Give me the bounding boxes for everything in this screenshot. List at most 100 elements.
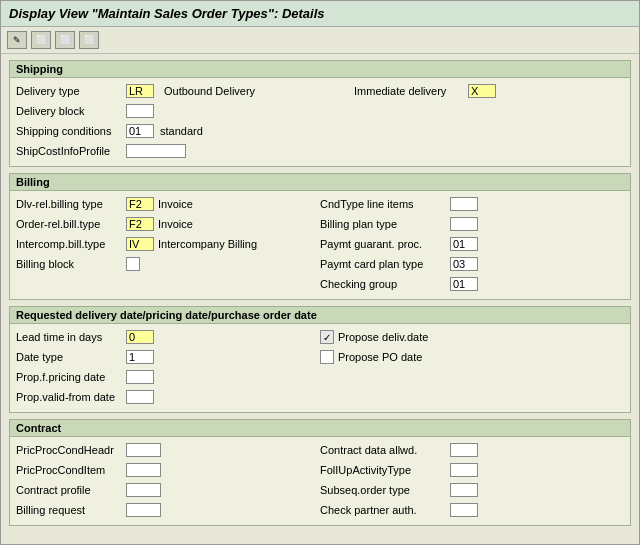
dlv-billing-value[interactable]: F2	[126, 197, 154, 211]
propose-deliv-label: Propose deliv.date	[338, 331, 428, 343]
contract-right: Contract data allwd. FolIUpActivityType …	[320, 441, 624, 521]
paymt-card-label: Paymt card plan type	[320, 258, 450, 270]
ship-cost-value[interactable]	[126, 144, 186, 158]
billing-block-checkbox[interactable]	[126, 257, 140, 271]
billing-body: Dlv-rel.billing type F2 Invoice Order-re…	[10, 191, 630, 299]
toolbar: ✎ ⬜ ⬜ ⬜	[1, 27, 639, 54]
cnd-type-row: CndType line items	[320, 195, 624, 213]
contract-data-value[interactable]	[450, 443, 478, 457]
pric-proc-headr-row: PricProcCondHeadr	[16, 441, 320, 459]
pric-proc-headr-value[interactable]	[126, 443, 161, 457]
lead-time-row: Lead time in days 0	[16, 328, 320, 346]
pric-proc-headr-label: PricProcCondHeadr	[16, 444, 126, 456]
lead-time-value[interactable]: 0	[126, 330, 154, 344]
billing-cols: Dlv-rel.billing type F2 Invoice Order-re…	[16, 195, 624, 295]
intercomp-label: Intercomp.bill.type	[16, 238, 126, 250]
date-type-value[interactable]: 1	[126, 350, 154, 364]
follow-up-row: FolIUpActivityType	[320, 461, 624, 479]
order-billing-text: Invoice	[158, 218, 193, 230]
prop-pricing-label: Prop.f.pricing date	[16, 371, 126, 383]
shipping-conditions-label: Shipping conditions	[16, 125, 126, 137]
contract-profile-row: Contract profile	[16, 481, 320, 499]
main-container: Display View "Maintain Sales Order Types…	[0, 0, 640, 545]
date-type-label: Date type	[16, 351, 126, 363]
subseq-order-label: Subseq.order type	[320, 484, 450, 496]
prop-valid-label: Prop.valid-from date	[16, 391, 126, 403]
dlv-billing-label: Dlv-rel.billing type	[16, 198, 126, 210]
dlv-billing-text: Invoice	[158, 198, 193, 210]
checking-group-value[interactable]: 01	[450, 277, 478, 291]
toolbar-btn-4[interactable]: ⬜	[79, 31, 99, 49]
delivery-date-section: Requested delivery date/pricing date/pur…	[9, 306, 631, 413]
cnd-type-value[interactable]	[450, 197, 478, 211]
subseq-order-row: Subseq.order type	[320, 481, 624, 499]
propose-po-checkbox[interactable]	[320, 350, 334, 364]
pric-proc-item-label: PricProcCondItem	[16, 464, 126, 476]
delivery-type-value[interactable]: LR	[126, 84, 154, 98]
billing-request-row: Billing request	[16, 501, 320, 519]
propose-deliv-row: ✓ Propose deliv.date	[320, 328, 624, 346]
paymt-guarant-value[interactable]: 01	[450, 237, 478, 251]
billing-block-label: Billing block	[16, 258, 126, 270]
intercomp-value[interactable]: IV	[126, 237, 154, 251]
contract-profile-value[interactable]	[126, 483, 161, 497]
toolbar-btn-2[interactable]: ⬜	[31, 31, 51, 49]
billing-section: Billing Dlv-rel.billing type F2 Invoice …	[9, 173, 631, 300]
shipping-body: Delivery type LR Outbound Delivery Immed…	[10, 78, 630, 166]
toolbar-btn-3[interactable]: ⬜	[55, 31, 75, 49]
pric-proc-item-value[interactable]	[126, 463, 161, 477]
propose-deliv-checkbox[interactable]: ✓	[320, 330, 334, 344]
check-partner-label: Check partner auth.	[320, 504, 450, 516]
shipping-conditions-value[interactable]: 01	[126, 124, 154, 138]
contract-section: Contract PricProcCondHeadr PricProcCondI…	[9, 419, 631, 526]
immediate-delivery-label: Immediate delivery	[354, 85, 464, 97]
contract-body: PricProcCondHeadr PricProcCondItem Contr…	[10, 437, 630, 525]
contract-left: PricProcCondHeadr PricProcCondItem Contr…	[16, 441, 320, 521]
follow-up-label: FolIUpActivityType	[320, 464, 450, 476]
subseq-order-value[interactable]	[450, 483, 478, 497]
billing-block-row: Billing block	[16, 255, 320, 273]
delivery-type-row: Delivery type LR Outbound Delivery Immed…	[16, 82, 624, 100]
contract-profile-label: Contract profile	[16, 484, 126, 496]
prop-pricing-row: Prop.f.pricing date	[16, 368, 320, 386]
billing-plan-value[interactable]	[450, 217, 478, 231]
shipping-conditions-text: standard	[160, 125, 203, 137]
intercomp-row: Intercomp.bill.type IV Intercompany Bill…	[16, 235, 320, 253]
follow-up-value[interactable]	[450, 463, 478, 477]
contract-cols: PricProcCondHeadr PricProcCondItem Contr…	[16, 441, 624, 521]
billing-plan-label: Billing plan type	[320, 218, 450, 230]
billing-request-value[interactable]	[126, 503, 161, 517]
contract-data-label: Contract data allwd.	[320, 444, 450, 456]
delivery-date-cols: Lead time in days 0 Date type 1 Prop.f.p…	[16, 328, 624, 408]
delivery-date-right: ✓ Propose deliv.date Propose PO date	[320, 328, 624, 408]
contract-data-row: Contract data allwd.	[320, 441, 624, 459]
paymt-card-row: Paymt card plan type 03	[320, 255, 624, 273]
delivery-block-label: Delivery block	[16, 105, 126, 117]
checking-group-label: Checking group	[320, 278, 450, 290]
billing-header: Billing	[10, 174, 630, 191]
delivery-date-header: Requested delivery date/pricing date/pur…	[10, 307, 630, 324]
delivery-type-label: Delivery type	[16, 85, 126, 97]
outbound-delivery-label: Outbound Delivery	[164, 85, 294, 97]
immediate-delivery-value[interactable]: X	[468, 84, 496, 98]
order-billing-value[interactable]: F2	[126, 217, 154, 231]
delivery-block-value[interactable]	[126, 104, 154, 118]
order-billing-row: Order-rel.bill.type F2 Invoice	[16, 215, 320, 233]
paymt-card-value[interactable]: 03	[450, 257, 478, 271]
shipping-header: Shipping	[10, 61, 630, 78]
propose-po-label: Propose PO date	[338, 351, 422, 363]
billing-left: Dlv-rel.billing type F2 Invoice Order-re…	[16, 195, 320, 295]
pric-proc-item-row: PricProcCondItem	[16, 461, 320, 479]
date-type-row: Date type 1	[16, 348, 320, 366]
prop-pricing-value[interactable]	[126, 370, 154, 384]
paymt-guarant-row: Paymt guarant. proc. 01	[320, 235, 624, 253]
contract-header: Contract	[10, 420, 630, 437]
order-billing-label: Order-rel.bill.type	[16, 218, 126, 230]
billing-right: CndType line items Billing plan type Pay…	[320, 195, 624, 295]
content-area: Shipping Delivery type LR Outbound Deliv…	[1, 54, 639, 538]
intercomp-text: Intercompany Billing	[158, 238, 257, 250]
toolbar-btn-1[interactable]: ✎	[7, 31, 27, 49]
check-partner-value[interactable]	[450, 503, 478, 517]
prop-valid-value[interactable]	[126, 390, 154, 404]
paymt-guarant-label: Paymt guarant. proc.	[320, 238, 450, 250]
